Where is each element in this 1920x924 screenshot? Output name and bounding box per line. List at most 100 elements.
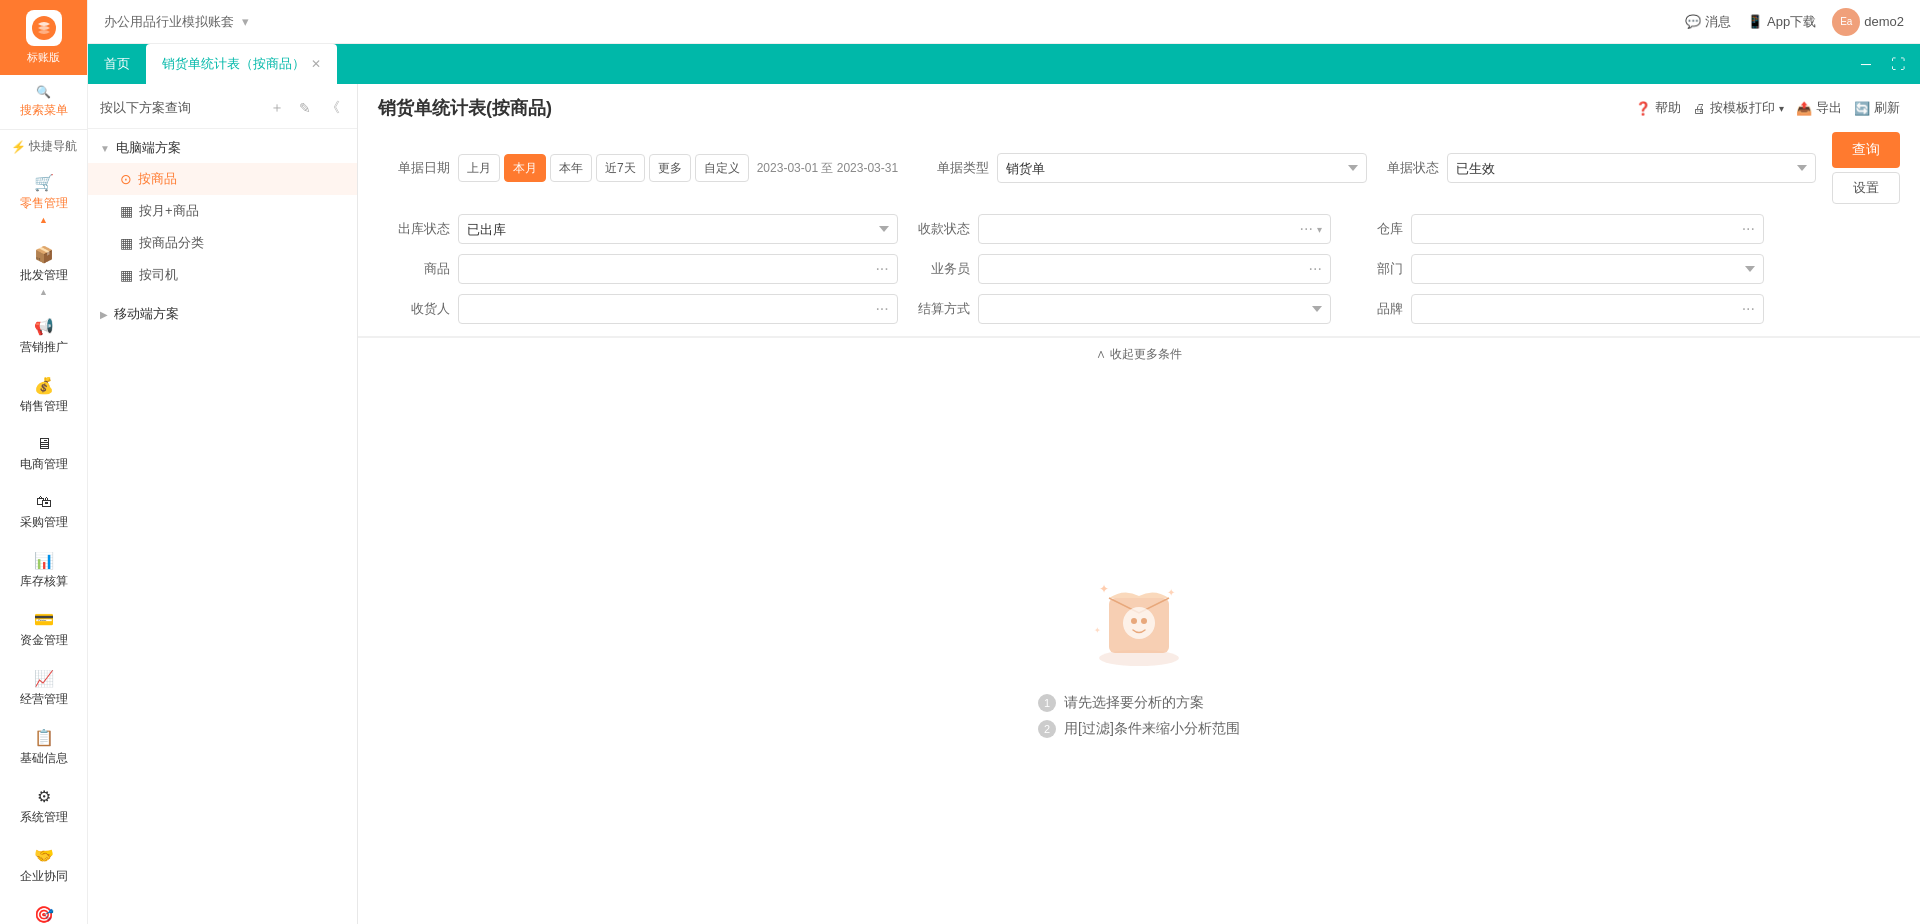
tree-item-by-vendor[interactable]: ▦ 按司机: [88, 259, 357, 291]
sidebar-item-cooperation[interactable]: 🤝 企业协同: [0, 836, 87, 895]
app-download-label: App下载: [1767, 13, 1816, 31]
tree-item-by-month-product[interactable]: ▦ 按月+商品: [88, 195, 357, 227]
sidebar-item-system[interactable]: ⚙ 系统管理: [0, 777, 87, 836]
date-btn-last-month[interactable]: 上月: [458, 154, 500, 182]
query-btn[interactable]: 查询: [1832, 132, 1900, 168]
sidebar-item-operations[interactable]: 📈 经营管理: [0, 659, 87, 718]
empty-texts: 1 请先选择要分析的方案 2 用[过滤]条件来缩小分析范围: [1038, 694, 1240, 738]
date-btn-more[interactable]: 更多: [649, 154, 691, 182]
svg-point-3: [1123, 607, 1155, 639]
filter-area: 单据日期 上月 本月 本年 近7天 更多 自定义 2023-03-01 至 20…: [358, 120, 1920, 337]
app-download-btn[interactable]: 📱 App下载: [1747, 13, 1816, 31]
date-group: 上月 本月 本年 近7天 更多 自定义 2023-03-01 至 2023-03…: [458, 154, 917, 182]
payment-dropdown-icon[interactable]: ▾: [1317, 224, 1322, 235]
tree-group-mobile-header[interactable]: ▶ 移动端方案: [88, 299, 357, 329]
tree-item-by-category[interactable]: ▦ 按商品分类: [88, 227, 357, 259]
sidebar-item-basic[interactable]: 📋 基础信息: [0, 718, 87, 777]
sidebar-item-system-label: 系统管理: [20, 809, 68, 826]
date-btn-custom[interactable]: 自定义: [695, 154, 749, 182]
receiver-dots-icon[interactable]: ···: [875, 300, 888, 318]
sidebar-item-sales[interactable]: 💰 销售管理: [0, 366, 87, 425]
tree-group-mobile-label: 移动端方案: [114, 305, 179, 323]
sidebar-item-marketing[interactable]: 📢 营销推广: [0, 307, 87, 366]
tab-home[interactable]: 首页: [88, 44, 146, 84]
empty-num-1: 1: [1038, 694, 1056, 712]
date-btn-last-7-days[interactable]: 近7天: [596, 154, 645, 182]
filter-cell-staff: 业务员 ···: [898, 254, 1331, 284]
filter-cell-payment-method: 结算方式: [898, 294, 1331, 324]
marketing-icon: 📢: [34, 317, 54, 336]
settings-btn[interactable]: 设置: [1832, 172, 1900, 204]
status-select[interactable]: 已生效: [1447, 153, 1816, 183]
date-label: 单据日期: [378, 159, 458, 177]
tree-group-desktop-header[interactable]: ▼ 电脑端方案: [88, 133, 357, 163]
avatar: Ea: [1832, 8, 1860, 36]
sidebar-item-cooperation-label: 企业协同: [20, 868, 68, 885]
user-avatar-btn[interactable]: Ea demo2: [1832, 8, 1904, 36]
svg-point-5: [1141, 618, 1147, 624]
search-menu-label: 搜索菜单: [20, 102, 68, 119]
tab-minimize-btn[interactable]: ─: [1852, 50, 1880, 78]
sidebar-item-ecommerce[interactable]: 🖥 电商管理: [0, 425, 87, 483]
sidebar-item-basic-label: 基础信息: [20, 750, 68, 767]
status-label: 单据状态: [1367, 159, 1447, 177]
brand-dots-icon[interactable]: ···: [1742, 300, 1755, 318]
left-panel-header: 按以下方案查询 ＋ ✎ 《: [88, 84, 357, 129]
help-label: 帮助: [1655, 99, 1681, 117]
tab-sales-stats[interactable]: 销货单统计表（按商品） ✕: [146, 44, 337, 84]
message-icon: 💬: [1685, 14, 1701, 29]
finance-icon: 💳: [34, 610, 54, 629]
collapse-scheme-btn[interactable]: 《: [321, 96, 345, 120]
sidebar-item-wholesale[interactable]: 📦 批发管理 ▲: [0, 235, 87, 307]
help-btn[interactable]: ❓ 帮助: [1635, 99, 1681, 117]
quick-nav-icon: ⚡: [11, 140, 26, 154]
topbar: 办公用品行业模拟账套 ▾ 💬 消息 📱 App下载 Ea demo2: [88, 0, 1920, 44]
sidebar-item-ecommerce-label: 电商管理: [20, 456, 68, 473]
receiver-label: 收货人: [378, 300, 458, 318]
quick-nav-item[interactable]: ⚡ 快捷导航: [0, 130, 87, 163]
edit-scheme-btn[interactable]: ✎: [293, 96, 317, 120]
svg-text:✦: ✦: [1099, 582, 1109, 596]
sidebar-item-guide[interactable]: 🎯 新手引导: [0, 895, 87, 924]
add-scheme-btn[interactable]: ＋: [265, 96, 289, 120]
sidebar-item-finance[interactable]: 💳 资金管理: [0, 600, 87, 659]
export-btn[interactable]: 📤 导出: [1796, 99, 1842, 117]
print-btn[interactable]: 🖨 按模板打印 ▾: [1693, 99, 1784, 117]
empty-state: ✦ ✦ ✦ 1 请先选择要分析的方案 2 用[过滤]条件来缩小分析范围: [358, 371, 1920, 924]
staff-dots-icon[interactable]: ···: [1309, 260, 1322, 278]
refresh-btn[interactable]: 🔄 刷新: [1854, 99, 1900, 117]
tree-item-by-product[interactable]: ⊙ 按商品: [88, 163, 357, 195]
sidebar-item-retail[interactable]: 🛒 零售管理 ▲: [0, 163, 87, 235]
left-panel-icons: ＋ ✎ 《: [265, 96, 345, 120]
cooperation-icon: 🤝: [34, 846, 54, 865]
date-btn-this-month[interactable]: 本月: [504, 154, 546, 182]
svg-text:✦: ✦: [1167, 587, 1175, 598]
avatar-initials: Ea: [1840, 16, 1852, 27]
export-icon: 📤: [1796, 101, 1812, 116]
sidebar-item-inventory[interactable]: 📊 库存核算: [0, 541, 87, 600]
filter-cell-dept: 部门: [1331, 254, 1764, 284]
svg-point-4: [1131, 618, 1137, 624]
empty-text-1: 1 请先选择要分析的方案: [1038, 694, 1204, 712]
user-name: demo2: [1864, 14, 1904, 29]
page-header: 销货单统计表(按商品) ❓ 帮助 🖨 按模板打印 ▾ 📤: [358, 84, 1920, 120]
warehouse-dots-icon[interactable]: ···: [1742, 220, 1755, 238]
date-btn-this-year[interactable]: 本年: [550, 154, 592, 182]
dept-select[interactable]: [1411, 254, 1764, 284]
query-btn-group: 查询 设置: [1832, 132, 1900, 204]
tab-expand-btn[interactable]: ⛶: [1884, 50, 1912, 78]
message-btn[interactable]: 💬 消息: [1685, 13, 1731, 31]
collapse-bar[interactable]: ∧ 收起更多条件: [358, 337, 1920, 371]
topbar-right: 💬 消息 📱 App下载 Ea demo2: [1685, 8, 1904, 36]
tab-close-icon[interactable]: ✕: [311, 57, 321, 71]
type-label: 单据类型: [917, 159, 997, 177]
search-menu-item[interactable]: 🔍 搜索菜单: [0, 75, 87, 130]
dropdown-icon[interactable]: ▾: [242, 14, 249, 29]
product-dots-icon[interactable]: ···: [875, 260, 888, 278]
stock-select[interactable]: 已出库: [458, 214, 898, 244]
sidebar-item-purchase[interactable]: 🛍 采购管理: [0, 483, 87, 541]
payment-method-select[interactable]: [978, 294, 1331, 324]
type-select[interactable]: 销货单: [997, 153, 1366, 183]
payment-dots-icon[interactable]: ···: [1300, 220, 1313, 238]
filter-cell-warehouse: 仓库 ···: [1331, 214, 1764, 244]
